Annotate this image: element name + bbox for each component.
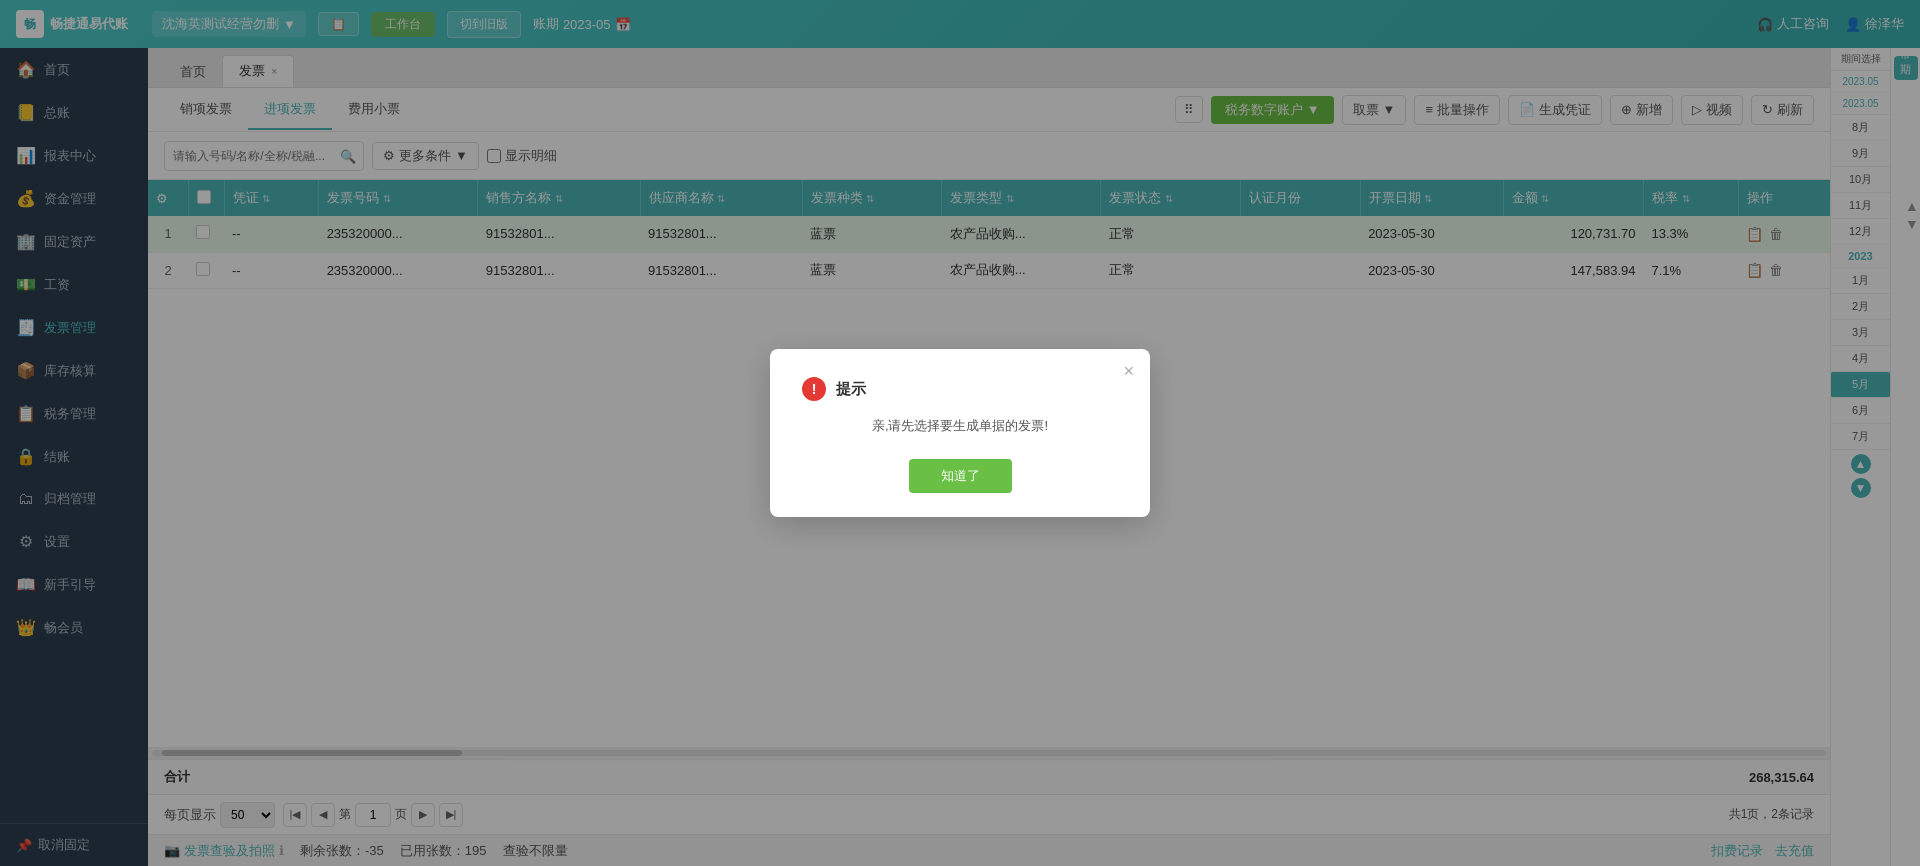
modal-box: × ! 提示 亲,请先选择要生成单据的发票! 知道了 [770,349,1150,517]
modal-confirm-button[interactable]: 知道了 [909,459,1012,493]
modal-close-btn[interactable]: × [1123,361,1134,382]
modal-message: 亲,请先选择要生成单据的发票! [802,417,1118,435]
modal-title-row: ! 提示 [802,377,1118,401]
modal-title: 提示 [836,380,866,399]
modal-warning-icon: ! [802,377,826,401]
modal-overlay: × ! 提示 亲,请先选择要生成单据的发票! 知道了 [0,0,1920,866]
modal-footer: 知道了 [802,459,1118,493]
